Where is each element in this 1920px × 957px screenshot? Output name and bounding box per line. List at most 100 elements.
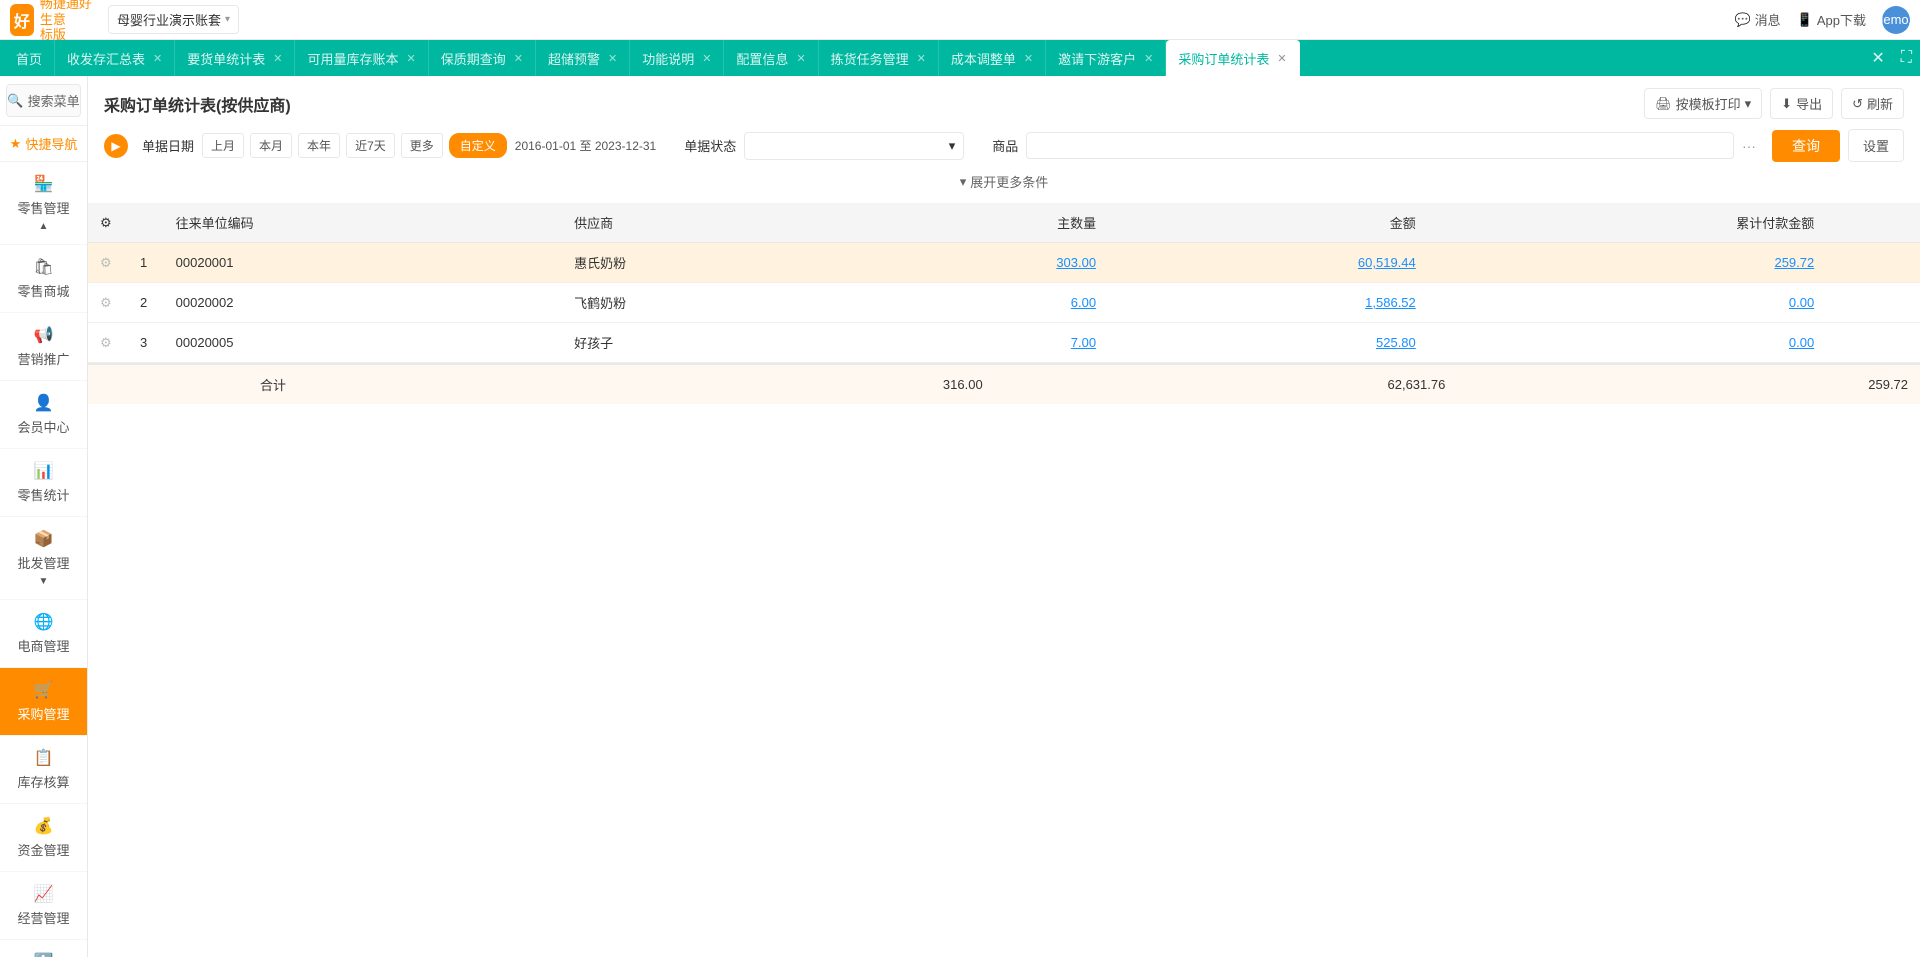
col-amount: 金额: [1108, 203, 1428, 243]
table-row[interactable]: ⚙ 1 00020001 惠氏奶粉 303.00 60,519.44 259.7…: [88, 243, 1920, 283]
page-title: 采购订单统计表(按供应商): [104, 92, 291, 116]
date-btn-last-month[interactable]: 上月: [202, 133, 244, 158]
nav-close-btn[interactable]: ✕: [1867, 44, 1888, 72]
workspace-arrow-icon: ▾: [225, 14, 230, 25]
sidebar-item-ecommerce-mgmt[interactable]: 🌐 电商管理: [0, 600, 87, 668]
settings-btn[interactable]: 设置: [1848, 129, 1904, 162]
row-amount[interactable]: 1,586.52: [1108, 283, 1428, 323]
tab-cost-adjust-close[interactable]: ✕: [1024, 52, 1033, 65]
date-btn-custom[interactable]: 自定义: [449, 133, 507, 158]
sidebar-item-retail-mgmt[interactable]: 🏪 零售管理 ▲: [0, 162, 87, 245]
tab-expiry-query-close[interactable]: ✕: [514, 52, 523, 65]
row-paid-amount[interactable]: 0.00: [1428, 283, 1826, 323]
tab-available-stock-close[interactable]: ✕: [407, 52, 416, 65]
row-extra: [1826, 283, 1920, 323]
tab-requisition-stats[interactable]: 要货单统计表 ✕: [175, 40, 295, 76]
tab-purchase-stats[interactable]: 采购订单统计表 ✕: [1166, 40, 1299, 76]
sidebar-item-operation-mgmt[interactable]: 📈 经营管理: [0, 872, 87, 940]
status-select-value: [753, 138, 757, 153]
table-row[interactable]: ⚙ 3 00020005 好孩子 7.00 525.80 0.00: [88, 323, 1920, 363]
message-icon: 💬: [1734, 12, 1750, 28]
tab-expiry-query[interactable]: 保质期查询 ✕: [429, 40, 536, 76]
tab-picking-task[interactable]: 拣货任务管理 ✕: [819, 40, 939, 76]
sidebar-item-capital-mgmt[interactable]: 💰 资金管理: [0, 804, 87, 872]
workspace-selector[interactable]: 母婴行业演示账套 ▾: [108, 5, 239, 34]
status-select[interactable]: ▾: [744, 132, 964, 160]
row-paid-amount[interactable]: 0.00: [1428, 323, 1826, 363]
row-gear[interactable]: ⚙: [88, 243, 124, 283]
date-btn-more[interactable]: 更多: [401, 133, 443, 158]
tab-picking-task-close[interactable]: ✕: [917, 52, 926, 65]
tab-invite-downstream[interactable]: 邀请下游客户 ✕: [1046, 40, 1166, 76]
inventory-check-icon: 📋: [34, 748, 54, 768]
logo-text: 畅捷通好生意 标版: [40, 0, 98, 43]
expand-more-btn[interactable]: ▾ 展开更多条件: [956, 168, 1053, 195]
sidebar-item-retail-stats[interactable]: 📊 零售统计: [0, 449, 87, 517]
sidebar-quick-nav-btn[interactable]: ★ 快捷导航: [0, 126, 87, 162]
col-gear[interactable]: ⚙: [88, 203, 124, 243]
tab-purchase-stats-close[interactable]: ✕: [1277, 52, 1286, 65]
tab-overstock-warning[interactable]: 超储预警 ✕: [536, 40, 630, 76]
date-btn-this-month[interactable]: 本月: [250, 133, 292, 158]
date-btn-7days[interactable]: 近7天: [346, 133, 395, 158]
tab-receive-send-close[interactable]: ✕: [153, 52, 162, 65]
tab-config-info[interactable]: 配置信息 ✕: [724, 40, 818, 76]
row-gear[interactable]: ⚙: [88, 323, 124, 363]
user-avatar-btn[interactable]: demo2: [1882, 6, 1910, 34]
marketing-icon: 📢: [34, 325, 54, 345]
sidebar-item-inventory-check[interactable]: 📋 库存核算: [0, 736, 87, 804]
tab-available-stock[interactable]: 可用量库存账本 ✕: [295, 40, 428, 76]
table-row[interactable]: ⚙ 2 00020002 飞鹤奶粉 6.00 1,586.52 0.00: [88, 283, 1920, 323]
export-btn[interactable]: ⬇ 导出: [1770, 88, 1833, 119]
refresh-icon: ↺: [1852, 96, 1863, 112]
main-layout: 🔍 搜索菜单 ★ 快捷导航 🏪 零售管理 ▲ 🛍 零售商城 📢 营销推广 👤 会…: [0, 76, 1920, 957]
row-quantity[interactable]: 7.00: [859, 323, 1108, 363]
tab-function-desc-close[interactable]: ✕: [702, 52, 711, 65]
refresh-btn[interactable]: ↺ 刷新: [1841, 88, 1904, 119]
tab-home[interactable]: 首页: [4, 40, 55, 76]
content-area: 采购订单统计表(按供应商) 🖨 按模板打印 ▾ ⬇ 导出 ↺ 刷新: [88, 76, 1920, 957]
row-paid-amount[interactable]: 259.72: [1428, 243, 1826, 283]
filter-toggle-btn[interactable]: ▶: [104, 134, 128, 158]
goods-input[interactable]: [1026, 132, 1734, 159]
search-menu-btn[interactable]: 🔍 搜索菜单: [6, 84, 81, 117]
sidebar-item-wholesale-mgmt[interactable]: 📦 批发管理 ▼: [0, 517, 87, 600]
app-download-btn[interactable]: 📱 App下载: [1797, 10, 1866, 29]
row-amount[interactable]: 525.80: [1108, 323, 1428, 363]
tab-function-desc-label: 功能说明: [642, 49, 694, 68]
date-btn-this-year[interactable]: 本年: [298, 133, 340, 158]
sidebar-item-member-center[interactable]: 👤 会员中心: [0, 381, 87, 449]
tab-overstock-warning-close[interactable]: ✕: [608, 52, 617, 65]
print-btn[interactable]: 🖨 按模板打印 ▾: [1644, 88, 1762, 119]
row-supplier-code: 00020002: [164, 283, 562, 323]
messages-btn[interactable]: 💬 消息: [1734, 10, 1780, 29]
query-btn[interactable]: 查询: [1772, 130, 1840, 162]
tab-cost-adjust[interactable]: 成本调整单 ✕: [939, 40, 1046, 76]
sidebar-item-purchase-mgmt-label: 采购管理: [17, 704, 69, 723]
row-amount[interactable]: 60,519.44: [1108, 243, 1428, 283]
tab-invite-downstream-close[interactable]: ✕: [1144, 52, 1153, 65]
sidebar-item-retail-shop-label: 零售商城: [17, 281, 69, 300]
goods-more-icon[interactable]: ···: [1742, 138, 1756, 154]
operation-mgmt-icon: 📈: [34, 884, 54, 904]
nav-restore-btn[interactable]: ⛶: [1897, 45, 1916, 71]
logo: 好 畅捷通好生意 标版: [10, 0, 98, 43]
sidebar-item-purchase-mgmt[interactable]: 🛒 采购管理: [0, 668, 87, 736]
tab-function-desc[interactable]: 功能说明 ✕: [630, 40, 724, 76]
sidebar-item-wholesale-mgmt-label: 批发管理: [17, 553, 69, 572]
tab-config-info-close[interactable]: ✕: [796, 52, 805, 65]
sidebar-item-basic-info[interactable]: ℹ️ 基础信息: [0, 940, 87, 957]
row-gear[interactable]: ⚙: [88, 283, 124, 323]
gear-settings-icon[interactable]: ⚙: [100, 215, 112, 230]
sidebar-item-marketing[interactable]: 📢 营销推广: [0, 313, 87, 381]
sidebar: 🔍 搜索菜单 ★ 快捷导航 🏪 零售管理 ▲ 🛍 零售商城 📢 营销推广 👤 会…: [0, 76, 88, 957]
logo-icon: 好: [10, 4, 34, 36]
tab-receive-send[interactable]: 收发存汇总表 ✕: [55, 40, 175, 76]
sidebar-item-retail-shop[interactable]: 🛍 零售商城: [0, 245, 87, 313]
row-quantity[interactable]: 303.00: [859, 243, 1108, 283]
row-quantity[interactable]: 6.00: [859, 283, 1108, 323]
col-paid-amount: 累计付款金额: [1428, 203, 1826, 243]
tab-requisition-stats-close[interactable]: ✕: [273, 52, 282, 65]
sidebar-item-capital-mgmt-label: 资金管理: [17, 840, 69, 859]
col-index: [124, 203, 164, 243]
